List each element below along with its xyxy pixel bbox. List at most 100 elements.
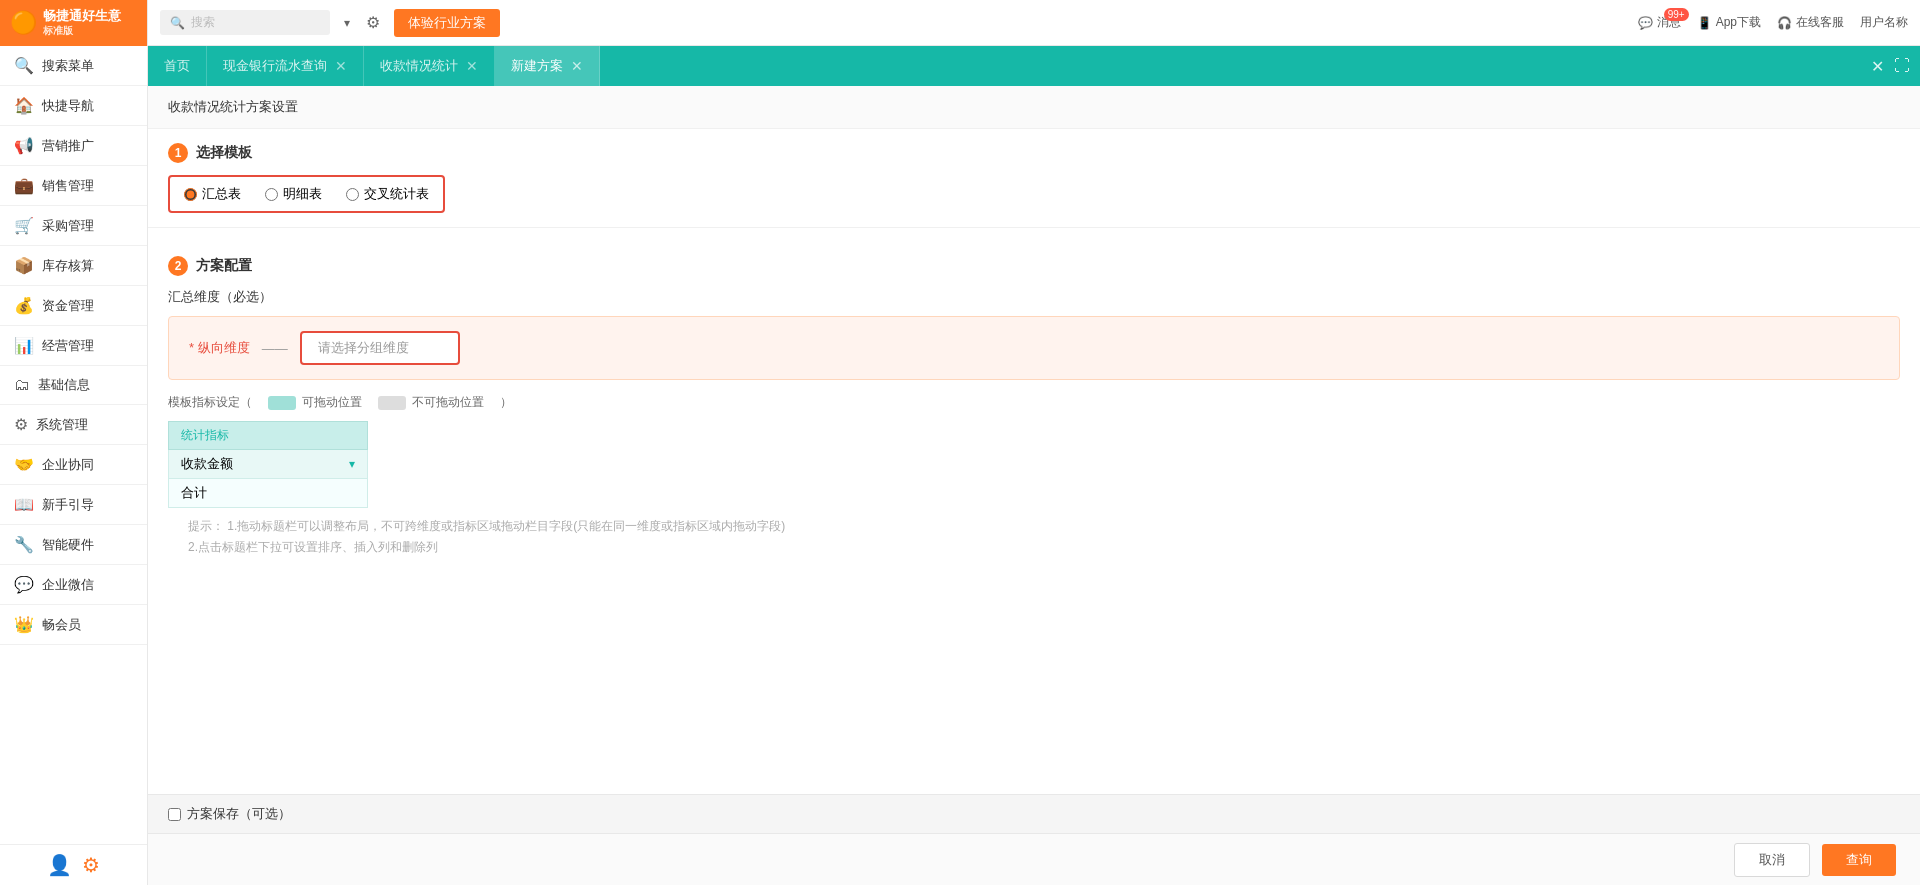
topbar-search-box[interactable]: 🔍 搜索 (160, 10, 330, 35)
edition-text: 标准版 (43, 24, 121, 38)
amount-label: 收款金额 (181, 455, 233, 473)
sidebar-item-0[interactable]: 🔍 搜索菜单 (0, 46, 147, 86)
legend-non-draggable-label: 不可拖动位置 (412, 394, 484, 411)
radio-cross-label: 交叉统计表 (364, 185, 429, 203)
radio-summary-input[interactable] (184, 188, 197, 201)
topbar-right: 💬 消息 99+ 📱 App下载 🎧 在线客服 用户名称 (1638, 14, 1908, 31)
dimension-selector[interactable]: 请选择分组维度 (300, 331, 460, 365)
sidebar-icon-1: 🏠 (14, 96, 34, 115)
sidebar-label-6: 资金管理 (42, 297, 94, 315)
vertical-dim-label: * 纵向维度 (189, 339, 250, 357)
legend-non-draggable: 不可拖动位置 (378, 394, 484, 411)
sidebar-settings-icon[interactable]: ⚙ (82, 853, 100, 877)
indicator-legend: 模板指标设定（ 可拖动位置 不可拖动位置 ） (168, 394, 1900, 411)
radio-summary[interactable]: 汇总表 (184, 185, 241, 203)
save-checkbox[interactable] (168, 808, 181, 821)
sidebar-label-8: 基础信息 (38, 376, 90, 394)
sidebar-item-6[interactable]: 💰 资金管理 (0, 286, 147, 326)
sidebar-icon-12: 🔧 (14, 535, 34, 554)
search-placeholder-text: 搜索 (191, 14, 215, 31)
cancel-button[interactable]: 取消 (1734, 843, 1810, 877)
sidebar-item-3[interactable]: 💼 销售管理 (0, 166, 147, 206)
sidebar-label-12: 智能硬件 (42, 536, 94, 554)
sidebar-icon-14: 👑 (14, 615, 34, 634)
tab-close-2[interactable]: ✕ (466, 58, 478, 74)
sidebar-item-9[interactable]: ⚙ 系统管理 (0, 405, 147, 445)
sidebar-user-icon[interactable]: 👤 (47, 853, 72, 877)
dimension-section-label: 汇总维度（必选） (168, 288, 1900, 306)
sidebar-label-14: 畅会员 (42, 616, 81, 634)
radio-cross[interactable]: 交叉统计表 (346, 185, 429, 203)
step1-badge: 1 (168, 143, 188, 163)
tabs-bar: 首页现金银行流水查询✕收款情况统计✕新建方案✕ ✕ ⛶ (148, 46, 1920, 86)
topbar-gear-icon[interactable]: ⚙ (366, 13, 380, 32)
legend-non-draggable-box (378, 396, 406, 410)
sidebar-item-10[interactable]: 🤝 企业协同 (0, 445, 147, 485)
sidebar-icon-0: 🔍 (14, 56, 34, 75)
sidebar-item-11[interactable]: 📖 新手引导 (0, 485, 147, 525)
tab-0[interactable]: 首页 (148, 46, 207, 86)
radio-summary-label: 汇总表 (202, 185, 241, 203)
tab-minimize-icon[interactable]: ✕ (1871, 57, 1884, 76)
tips-section: 提示： 1.拖动标题栏可以调整布局，不可跨维度或指标区域拖动栏目字段(只能在同一… (168, 508, 1900, 576)
search-icon: 🔍 (170, 16, 185, 30)
sidebar-item-14[interactable]: 👑 畅会员 (0, 605, 147, 645)
topbar-download[interactable]: 📱 App下载 (1697, 14, 1761, 31)
download-label: App下载 (1716, 14, 1761, 31)
sidebar-label-9: 系统管理 (36, 416, 88, 434)
template-options: 汇总表 明细表 交叉统计表 (168, 175, 445, 213)
sidebar-item-5[interactable]: 📦 库存核算 (0, 246, 147, 286)
tabs-right: ✕ ⛶ (1871, 46, 1920, 86)
radio-detail[interactable]: 明细表 (265, 185, 322, 203)
sidebar-label-11: 新手引导 (42, 496, 94, 514)
download-icon: 📱 (1697, 16, 1712, 30)
topbar-username: 用户名称 (1860, 14, 1908, 31)
topbar-dropdown-arrow[interactable]: ▾ (344, 16, 350, 30)
industry-btn[interactable]: 体验行业方案 (394, 9, 500, 37)
topbar-msg[interactable]: 💬 消息 99+ (1638, 14, 1681, 31)
save-label[interactable]: 方案保存（可选） (168, 805, 291, 823)
msg-badge: 99+ (1664, 8, 1689, 21)
step2-label: 方案配置 (196, 257, 252, 275)
sidebar-label-13: 企业微信 (42, 576, 94, 594)
dimension-arrow: —— (262, 341, 288, 356)
sidebar-label-10: 企业协同 (42, 456, 94, 474)
sidebar-label-0: 搜索菜单 (42, 57, 94, 75)
tab-2[interactable]: 收款情况统计 ✕ (364, 46, 495, 86)
sidebar-item-7[interactable]: 📊 经营管理 (0, 326, 147, 366)
tab-1[interactable]: 现金银行流水查询 ✕ (207, 46, 364, 86)
service-label: 在线客服 (1796, 14, 1844, 31)
sidebar-item-12[interactable]: 🔧 智能硬件 (0, 525, 147, 565)
sidebar-item-13[interactable]: 💬 企业微信 (0, 565, 147, 605)
sidebar-item-1[interactable]: 🏠 快捷导航 (0, 86, 147, 126)
legend-draggable-box (268, 396, 296, 410)
sidebar-icon-8: 🗂 (14, 376, 30, 394)
save-section: 方案保存（可选） (148, 794, 1920, 833)
sidebar-item-2[interactable]: 📢 营销推广 (0, 126, 147, 166)
indicator-section-close: ） (500, 394, 512, 411)
tab-close-1[interactable]: ✕ (335, 58, 347, 74)
tab-3[interactable]: 新建方案✕ (495, 46, 600, 86)
sidebar-icon-3: 💼 (14, 176, 34, 195)
legend-draggable: 可拖动位置 (268, 394, 362, 411)
radio-detail-input[interactable] (265, 188, 278, 201)
query-button[interactable]: 查询 (1822, 844, 1896, 876)
sidebar-icon-11: 📖 (14, 495, 34, 514)
tab-close-3[interactable]: ✕ (571, 58, 583, 74)
amount-dropdown-icon[interactable]: ▾ (349, 457, 355, 471)
sidebar-item-4[interactable]: 🛒 采购管理 (0, 206, 147, 246)
topbar-service[interactable]: 🎧 在线客服 (1777, 14, 1844, 31)
tab-label-0: 首页 (164, 57, 190, 75)
total-label: 合计 (181, 484, 207, 502)
page-header-text: 收款情况统计方案设置 (168, 99, 298, 114)
save-label-text: 方案保存（可选） (187, 805, 291, 823)
tab-maximize-icon[interactable]: ⛶ (1894, 57, 1910, 75)
radio-cross-input[interactable] (346, 188, 359, 201)
tab-label-2: 收款情况统计 (380, 57, 458, 75)
topbar: 🔍 搜索 ▾ ⚙ 体验行业方案 💬 消息 99+ 📱 App下载 🎧 在线客服 … (148, 0, 1920, 46)
tab-label-1: 现金银行流水查询 (223, 57, 327, 75)
sidebar-item-8[interactable]: 🗂 基础信息 (0, 366, 147, 405)
step1-title: 1 选择模板 (168, 143, 1900, 163)
sidebar-bottom: 👤 ⚙ (0, 844, 147, 885)
logo-text: 畅捷通好生意 (43, 8, 121, 24)
